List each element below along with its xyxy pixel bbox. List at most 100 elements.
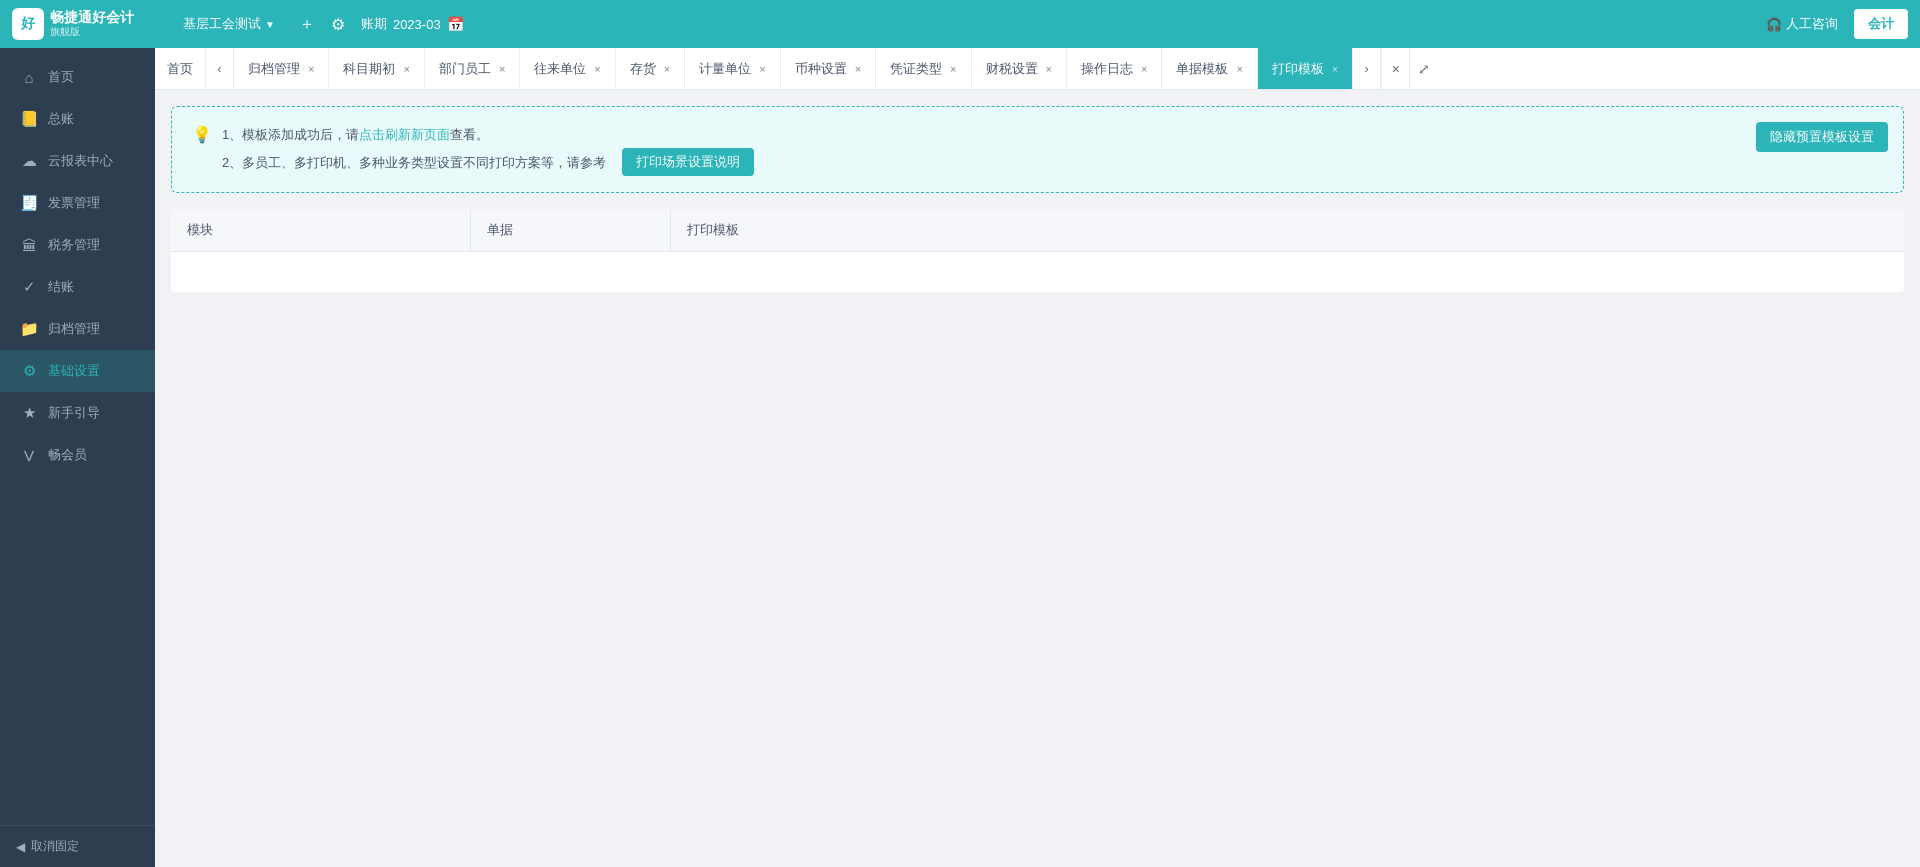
tab-nav-prev[interactable]: ‹ (206, 48, 234, 90)
table-header: 模块 单据 打印模板 (171, 209, 1904, 252)
tab-home[interactable]: 首页 (155, 48, 206, 90)
tab-close-all-button[interactable]: × (1381, 48, 1409, 90)
main-layout: ⌂ 首页 📒 总账 ☁ 云报表中心 🧾 发票管理 🏛 税务管理 ✓ 结账 (0, 48, 1920, 867)
tab-home-label: 首页 (167, 60, 193, 78)
tab-inventory[interactable]: 存货 × (616, 48, 685, 90)
tab-single-template[interactable]: 单据模板 × (1162, 48, 1257, 90)
sidebar-item-ledger-label: 总账 (48, 110, 74, 128)
sidebar-item-invoice[interactable]: 🧾 发票管理 (0, 182, 155, 224)
cloud-icon: ☁ (20, 152, 38, 170)
sidebar-item-ledger[interactable]: 📒 总账 (0, 98, 155, 140)
notice-text: 1、模板添加成功后，请点击刷新新页面查看。 2、多员工、多打印机、多种业务类型设… (222, 123, 1883, 176)
company-dropdown-icon: ▼ (265, 19, 275, 30)
tab-unit-close[interactable]: × (759, 63, 765, 75)
col-template-header: 打印模板 (671, 209, 1904, 251)
invoice-icon: 🧾 (20, 194, 38, 212)
col-module-header: 模块 (171, 209, 471, 251)
top-actions: ＋ ⚙ (295, 10, 349, 39)
sidebar-item-archive-label: 归档管理 (48, 320, 100, 338)
tab-voucher-type-label: 凭证类型 (890, 60, 942, 78)
tab-subject[interactable]: 科目期初 × (329, 48, 424, 90)
sidebar-item-checkout-label: 结账 (48, 278, 74, 296)
tab-voucher-type[interactable]: 凭证类型 × (876, 48, 971, 90)
sidebar-item-invoice-label: 发票管理 (48, 194, 100, 212)
sidebar-nav: ⌂ 首页 📒 总账 ☁ 云报表中心 🧾 发票管理 🏛 税务管理 ✓ 结账 (0, 48, 155, 825)
notice-box: 💡 1、模板添加成功后，请点击刷新新页面查看。 2、多员工、多打印机、多种业务类… (171, 106, 1904, 193)
company-name: 基层工会测试 (183, 15, 261, 33)
tab-single-template-label: 单据模板 (1176, 60, 1228, 78)
tab-oplog-close[interactable]: × (1141, 63, 1147, 75)
sidebar: ⌂ 首页 📒 总账 ☁ 云报表中心 🧾 发票管理 🏛 税务管理 ✓ 结账 (0, 48, 155, 867)
star-icon: ★ (20, 404, 38, 422)
tab-print-template-close[interactable]: × (1332, 63, 1338, 75)
tab-currency-close[interactable]: × (855, 63, 861, 75)
tab-currency[interactable]: 币种设置 × (781, 48, 876, 90)
page-area: 隐藏预置模板设置 💡 1、模板添加成功后，请点击刷新新页面查看。 2、多员工、多… (155, 90, 1920, 867)
tab-tax-close[interactable]: × (1046, 63, 1052, 75)
sidebar-item-guide[interactable]: ★ 新手引导 (0, 392, 155, 434)
tab-inventory-close[interactable]: × (664, 63, 670, 75)
tab-single-template-close[interactable]: × (1236, 63, 1242, 75)
sidebar-item-reports[interactable]: ☁ 云报表中心 (0, 140, 155, 182)
app-logo-icon: 好 (12, 8, 44, 40)
tab-oplog-label: 操作日志 (1081, 60, 1133, 78)
notice-line1: 1、模板添加成功后，请点击刷新新页面查看。 (222, 123, 1883, 146)
notice-refresh-link[interactable]: 点击刷新新页面 (359, 127, 450, 142)
tab-unit[interactable]: 计量单位 × (685, 48, 780, 90)
add-tab-button[interactable]: ＋ (295, 10, 319, 39)
tab-archive[interactable]: 归档管理 × (234, 48, 329, 90)
top-bar: 好 畅捷通好会计 旗舰版 基层工会测试 ▼ ＋ ⚙ 账期 2023-03 📅 🎧… (0, 0, 1920, 48)
settings-icon[interactable]: ⚙ (327, 11, 349, 38)
col-single-header: 单据 (471, 209, 671, 251)
tab-nav-next[interactable]: › (1353, 48, 1381, 90)
notice-line1-suffix: 查看。 (450, 127, 489, 142)
company-selector[interactable]: 基层工会测试 ▼ (175, 11, 283, 37)
hide-template-button[interactable]: 隐藏预置模板设置 (1756, 122, 1888, 152)
tab-subject-label: 科目期初 (343, 60, 395, 78)
tab-currency-label: 币种设置 (795, 60, 847, 78)
tab-dept-close[interactable]: × (499, 63, 505, 75)
sidebar-item-archive[interactable]: 📁 归档管理 (0, 308, 155, 350)
tab-voucher-type-close[interactable]: × (950, 63, 956, 75)
folder-icon: 📁 (20, 320, 38, 338)
ledger-icon: 📒 (20, 110, 38, 128)
tab-bar: 首页 ‹ 归档管理 × 科目期初 × 部门员工 × 往来单位 × 存货 × (155, 48, 1920, 90)
sidebar-item-home[interactable]: ⌂ 首页 (0, 56, 155, 98)
home-icon: ⌂ (20, 69, 38, 86)
headset-icon: 🎧 (1766, 17, 1782, 32)
tab-dept[interactable]: 部门员工 × (425, 48, 520, 90)
scene-settings-button[interactable]: 打印场景设置说明 (622, 148, 754, 176)
tab-tax[interactable]: 财税设置 × (972, 48, 1067, 90)
unpin-label: 取消固定 (31, 838, 79, 855)
notice-line2: 2、多员工、多打印机、多种业务类型设置不同打印方案等，请参考 打印场景设置说明 (222, 148, 1883, 176)
calendar-icon[interactable]: 📅 (447, 16, 464, 32)
notice-line2-prefix: 2、多员工、多打印机、多种业务类型设置不同打印方案等，请参考 (222, 151, 606, 174)
sidebar-item-settings[interactable]: ⚙ 基础设置 (0, 350, 155, 392)
period-area: 账期 2023-03 📅 (361, 15, 464, 33)
sidebar-item-home-label: 首页 (48, 68, 74, 86)
support-button[interactable]: 🎧 人工咨询 (1758, 11, 1846, 37)
tab-print-template-label: 打印模板 (1272, 60, 1324, 78)
table-area: 模块 单据 打印模板 (171, 209, 1904, 292)
tab-unit-label: 计量单位 (699, 60, 751, 78)
account-button[interactable]: 会计 (1854, 9, 1908, 39)
table-body-empty (171, 252, 1904, 292)
logo-text-area: 畅捷通好会计 旗舰版 (50, 9, 134, 40)
tab-subject-close[interactable]: × (403, 63, 409, 75)
lightbulb-icon: 💡 (192, 125, 212, 144)
sidebar-item-member[interactable]: V 畅会员 (0, 434, 155, 476)
tab-partner[interactable]: 往来单位 × (520, 48, 615, 90)
tab-inventory-label: 存货 (630, 60, 656, 78)
tab-tax-label: 财税设置 (986, 60, 1038, 78)
unpin-icon: ◀ (16, 840, 25, 854)
sidebar-item-tax[interactable]: 🏛 税务管理 (0, 224, 155, 266)
unpin-button[interactable]: ◀ 取消固定 (0, 825, 155, 867)
main-content: 首页 ‹ 归档管理 × 科目期初 × 部门员工 × 往来单位 × 存货 × (155, 48, 1920, 867)
sidebar-item-checkout[interactable]: ✓ 结账 (0, 266, 155, 308)
tab-archive-close[interactable]: × (308, 63, 314, 75)
tab-expand-button[interactable]: ⤢ (1409, 48, 1437, 90)
tab-print-template[interactable]: 打印模板 × (1258, 48, 1353, 90)
tab-partner-label: 往来单位 (534, 60, 586, 78)
tab-partner-close[interactable]: × (594, 63, 600, 75)
tab-oplog[interactable]: 操作日志 × (1067, 48, 1162, 90)
